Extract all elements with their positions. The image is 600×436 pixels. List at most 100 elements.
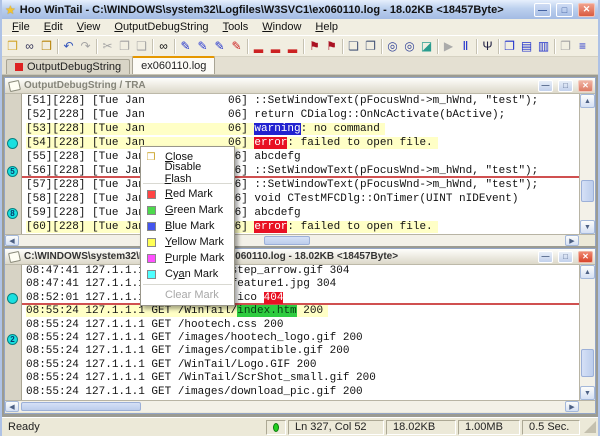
child-title-bar[interactable]: C:\WINDOWS\system32\Logfiles\W3SVC1\ex06… [5,249,595,265]
log-line[interactable]: [56][228] [Tue Jan06] ::SetWindowText(pF… [22,164,579,178]
child-close-button[interactable]: ✕ [578,80,593,92]
new-page-button[interactable]: ❏ [345,37,362,56]
scroll-up-button[interactable]: ▲ [580,94,595,108]
log-line[interactable]: [57][228] [Tue Jan06] ::SetWindowText(pF… [22,178,579,192]
context-menu-item-purple-mark[interactable]: Purple Mark [141,250,234,266]
bookmark-circle[interactable] [7,293,18,304]
eraser-button[interactable]: ◪ [418,37,435,56]
log-line[interactable]: 08:55:24 127.1.1.1 GET /WinTail/Logo.GIF… [22,359,579,372]
minimize-button[interactable]: — [534,3,551,17]
scroll-left-button[interactable]: ◀ [5,401,19,412]
tile-vertical-button[interactable]: ▥ [535,37,552,56]
log-line[interactable]: 08:52:01 127.1.1.1 GET /favicon.ico 404 [22,292,579,305]
log-line[interactable]: [59][228] [Tue Jan06] abcdefg [22,206,579,220]
child-maximize-button[interactable]: □ [558,251,573,263]
scroll-left-button[interactable]: ◀ [5,235,19,246]
scroll-thumb[interactable] [264,236,310,245]
duplicate-page-button[interactable]: ❐ [362,37,379,56]
mark-pen-button-2[interactable]: ✎ [194,37,211,56]
scroll-thumb[interactable] [21,402,141,411]
scroll-down-button[interactable]: ▼ [580,386,595,400]
menu-file[interactable]: File [5,20,37,34]
log-line[interactable]: 08:55:24 127.1.1.1 GET /WinTail/index.ht… [22,305,579,318]
log-line[interactable]: 08:55:24 127.1.1.1 GET /images/hootech_l… [22,332,579,345]
title-bar[interactable]: ★ Hoo WinTail - C:\WINDOWS\system32\Logf… [2,0,598,19]
menu-help[interactable]: Help [308,20,345,34]
child-close-button[interactable]: ✕ [578,251,593,263]
bookmark-gutter[interactable]: 2 [5,265,22,400]
log-line[interactable]: 08:55:24 127.1.1.1 GET /hootech.css 200 [22,319,579,332]
spool-capture-button-1[interactable]: ◎ [384,37,401,56]
bookmark-circle[interactable]: 5 [7,166,18,177]
bookmark-circle[interactable] [7,138,18,149]
child-minimize-button[interactable]: — [538,251,553,263]
scroll-right-button[interactable]: ▶ [565,235,579,246]
scroll-track[interactable] [19,235,565,246]
log-line[interactable]: 08:55:24 127.1.1.1 GET /WinTail/ScrShot_… [22,372,579,385]
scroll-track[interactable] [19,401,565,412]
menu-view[interactable]: View [70,20,108,34]
scroll-down-button[interactable]: ▼ [580,220,595,234]
close-button[interactable]: ✕ [578,3,595,17]
maximize-button[interactable]: □ [556,3,573,17]
filter-funnel-button[interactable]: Ψ [479,37,496,56]
bookmark-circle[interactable]: 8 [7,208,18,219]
underline-mark-button-1[interactable]: ▂ [250,37,267,56]
bookmark-next-button[interactable]: ⚑ [323,37,340,56]
resize-grip[interactable] [584,421,596,433]
tile-horizontal-button[interactable]: ▤ [518,37,535,56]
context-menu-item-blue-mark[interactable]: Blue Mark [141,218,234,234]
log-line[interactable]: [55][228] [Tue Jan06] abcdefg [22,150,579,164]
undo-button[interactable]: ↶ [60,37,77,56]
mark-pen-button-3[interactable]: ✎ [211,37,228,56]
close-file-button[interactable]: ❒ [38,37,55,56]
scroll-right-button[interactable]: ▶ [565,401,579,412]
menu-window[interactable]: Window [255,20,308,34]
mark-pen-delete-button[interactable]: ✎ [228,37,245,56]
log-line[interactable]: [60][228] [Tue Jan06] error: failed to o… [22,220,579,234]
log-line[interactable]: [51][228] [Tue Jan06] ::SetWindowText(pF… [22,94,579,108]
find-button[interactable]: ∞ [155,37,172,56]
bookmark-circle[interactable]: 2 [7,334,18,345]
log-line[interactable]: 08:47:41 127.1.1.1 GET /images/feature1.… [22,278,579,291]
scroll-track[interactable] [580,108,595,220]
context-menu-item-green-mark[interactable]: Green Mark [141,202,234,218]
scroll-track[interactable] [580,279,595,386]
log-line[interactable]: [53][228] [Tue Jan06] warning: no comman… [22,122,579,136]
underline-clear-button[interactable]: ▂ [284,37,301,56]
log-line[interactable]: 08:55:24 127.1.1.1 GET /images/compatibl… [22,345,579,358]
cascade-windows-button[interactable]: ❐ [501,37,518,56]
horizontal-scrollbar[interactable]: ◀ ▶ [5,400,595,412]
context-menu-item-red-mark[interactable]: Red Mark [141,186,234,202]
child-minimize-button[interactable]: — [538,80,553,92]
underline-mark-button-2[interactable]: ▂ [267,37,284,56]
context-menu-item-disable-flash[interactable]: Disable Flash [141,165,234,181]
child-maximize-button[interactable]: □ [558,80,573,92]
vertical-scrollbar[interactable]: ▲ ▼ [579,94,595,234]
spool-capture-button-2[interactable]: ◎ [401,37,418,56]
log-line[interactable]: [58][228] [Tue Jan06] void CTestMFCDlg::… [22,192,579,206]
bookmark-gutter[interactable]: 58 [5,94,22,234]
context-menu-item-yellow-mark[interactable]: Yellow Mark [141,234,234,250]
scroll-up-button[interactable]: ▲ [580,265,595,279]
line-wrap-button[interactable]: ≡ [574,37,591,56]
bookmark-prev-button[interactable]: ⚑ [306,37,323,56]
vertical-scrollbar[interactable]: ▲ ▼ [579,265,595,400]
menu-edit[interactable]: Edit [37,20,70,34]
pause-button[interactable]: Ⅱ [457,37,474,56]
log-line[interactable]: 08:47:41 127.1.1.1 GET /images/step_arro… [22,265,579,278]
menu-outputdebugstring[interactable]: OutputDebugString [107,20,215,34]
log-line[interactable]: 08:55:24 127.1.1.1 GET /images/download_… [22,386,579,399]
mark-pen-button-1[interactable]: ✎ [177,37,194,56]
context-menu-item-cyan-mark[interactable]: Cyan Mark [141,266,234,282]
tab-outputdebugstring[interactable]: OutputDebugString [6,59,130,74]
log-line[interactable]: [52][228] [Tue Jan06] return CDialog::On… [22,108,579,122]
open-file-button[interactable]: ❒ [4,37,21,56]
log-line[interactable]: [54][228] [Tue Jan06] error: failed to o… [22,136,579,150]
child-title-bar[interactable]: OutputDebugString / TRA — □ ✕ [5,78,595,94]
tab-ex060110-log[interactable]: ex060110.log [132,56,215,74]
log-view[interactable]: [51][228] [Tue Jan06] ::SetWindowText(pF… [22,94,579,234]
horizontal-scrollbar[interactable]: ◀ ▶ [5,234,595,246]
scroll-thumb[interactable] [581,180,594,202]
view-glasses-button[interactable]: ∞ [21,37,38,56]
